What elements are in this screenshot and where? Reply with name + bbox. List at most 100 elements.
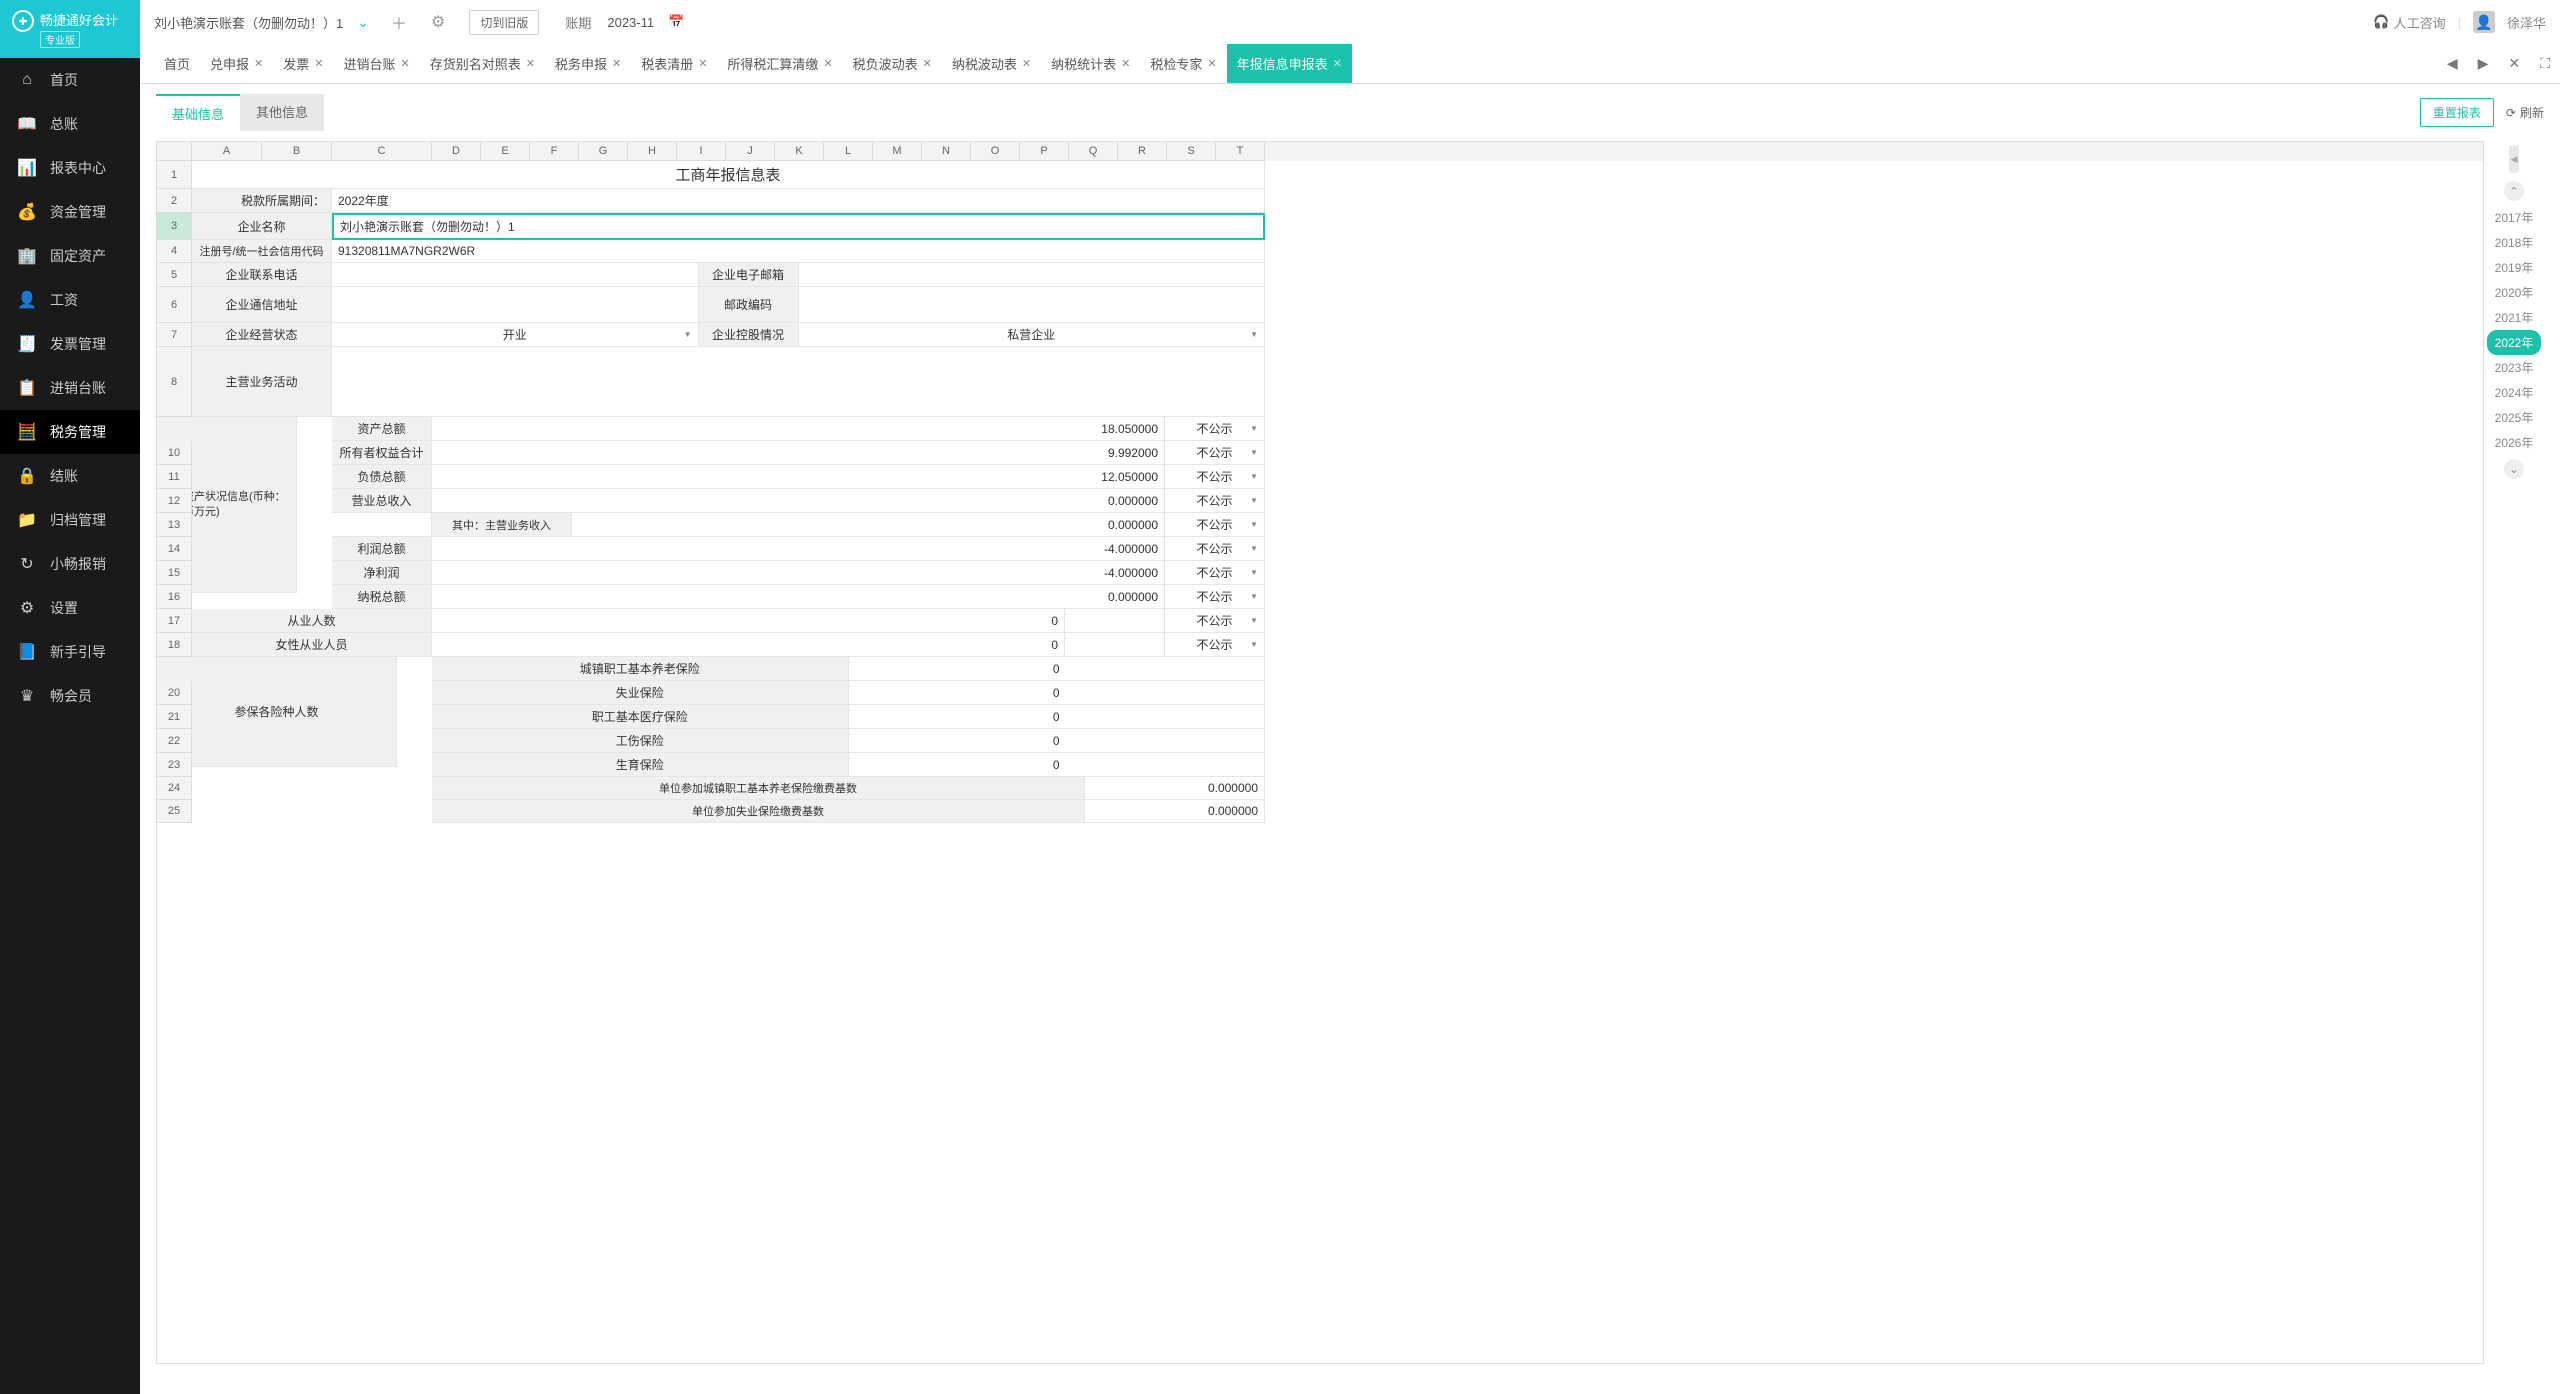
row-header[interactable]: 6 [157,287,192,323]
publish-select[interactable]: 不公示 [1165,441,1265,465]
row-header[interactable]: 7 [157,323,192,347]
row-header[interactable]: 4 [157,240,192,263]
year-down-icon[interactable]: ⌄ [2504,459,2524,479]
phone-cell[interactable] [332,263,699,287]
base2-cell[interactable]: 0.000000 [1085,800,1265,823]
close-icon[interactable]: ✕ [698,57,707,70]
insurance-value-cell[interactable]: 0 [849,681,1266,705]
value-cell[interactable]: 18.050000 [432,417,1165,441]
value-cell[interactable]: 12.050000 [432,465,1165,489]
value-cell[interactable]: -4.000000 [432,561,1165,585]
publish-select[interactable]: 不公示 [1165,585,1265,609]
reset-report-button[interactable]: 重置报表 [2420,98,2494,127]
close-icon[interactable]: ✕ [612,57,621,70]
tab-11[interactable]: 税检专家✕ [1140,44,1226,83]
avatar[interactable]: 👤 [2473,11,2495,33]
row-header[interactable]: 17 [157,609,192,633]
year-option[interactable]: 2026年 [2487,430,2542,455]
year-up-icon[interactable]: ⌃ [2504,181,2524,201]
col-header[interactable]: P [1020,142,1069,161]
sidebar-item-9[interactable]: 🔒结账 [0,454,140,498]
row-header[interactable]: 21 [157,705,192,729]
close-icon[interactable]: ✕ [1207,57,1216,70]
year-option[interactable]: 2021年 [2487,305,2542,330]
publish-select[interactable]: 不公示 [1165,633,1265,657]
publish-select[interactable]: 不公示 [1165,561,1265,585]
row-header[interactable]: 8 [157,347,192,417]
sidebar-item-4[interactable]: 🏢固定资产 [0,234,140,278]
insurance-value-cell[interactable]: 0 [849,705,1266,729]
zip-cell[interactable] [799,287,1266,323]
tab-close-all-icon[interactable]: ✕ [2498,55,2530,72]
value-cell[interactable]: 9.992000 [432,441,1165,465]
spreadsheet[interactable]: ABCDEFGHIJKLMNOPQRST 1工商年报信息表2税款所属期间：202… [156,141,2484,1364]
tab-6[interactable]: 税表清册✕ [631,44,717,83]
publish-select[interactable]: 不公示 [1165,489,1265,513]
year-option[interactable]: 2020年 [2487,280,2542,305]
col-header[interactable]: Q [1069,142,1118,161]
value-cell[interactable]: 0.000000 [432,585,1165,609]
sidebar-item-7[interactable]: 📋进销台账 [0,366,140,410]
horizontal-scrollbar[interactable] [156,1364,2484,1378]
col-header[interactable]: M [873,142,922,161]
close-icon[interactable]: ✕ [923,57,932,70]
consult-button[interactable]: 🎧 人工咨询 [2373,13,2445,32]
year-option[interactable]: 2025年 [2487,405,2542,430]
holding-select[interactable]: 私营企业 [799,323,1266,347]
period-value[interactable]: 2023-11 [607,15,654,30]
col-header[interactable]: L [824,142,873,161]
row-header[interactable]: 5 [157,263,192,287]
row-header[interactable]: 14 [157,537,192,561]
row-header[interactable]: 2 [157,189,192,213]
row-header[interactable]: 22 [157,729,192,753]
tab-7[interactable]: 所得税汇算清缴✕ [717,44,842,83]
sidebar-item-3[interactable]: 💰资金管理 [0,190,140,234]
female-count-cell[interactable]: 0 [432,633,1065,657]
base1-cell[interactable]: 0.000000 [1085,777,1265,800]
gear-icon[interactable]: ⚙ [423,12,453,32]
publish-select[interactable]: 不公示 [1165,513,1265,537]
publish-select[interactable]: 不公示 [1165,537,1265,561]
status-select[interactable]: 开业 [332,323,699,347]
col-header[interactable]: T [1216,142,1265,161]
sidebar-item-2[interactable]: 📊报表中心 [0,146,140,190]
col-header[interactable]: C [332,142,432,161]
subtab-0[interactable]: 基础信息 [156,94,240,131]
close-icon[interactable]: ✕ [254,57,263,70]
col-header[interactable]: F [530,142,579,161]
fullscreen-icon[interactable]: ⛶ [2530,55,2560,72]
col-header[interactable]: K [775,142,824,161]
calendar-icon[interactable]: 📅 [668,14,684,30]
reg-code-cell[interactable]: 91320811MA7NGR2W6R [332,240,1265,263]
col-header[interactable]: D [432,142,481,161]
col-header[interactable]: E [481,142,530,161]
close-icon[interactable]: ✕ [401,57,410,70]
row-header[interactable]: 11 [157,465,192,489]
publish-select[interactable]: 不公示 [1165,609,1265,633]
sidebar-item-12[interactable]: ⚙设置 [0,586,140,630]
col-header[interactable]: G [579,142,628,161]
chevron-down-icon[interactable]: ⌄ [351,14,375,31]
col-header[interactable]: H [628,142,677,161]
col-header[interactable]: O [971,142,1020,161]
sidebar-item-0[interactable]: ⌂首页 [0,58,140,102]
row-header[interactable]: 1 [157,161,192,189]
tab-1[interactable]: 兑申报✕ [200,44,273,83]
tab-3[interactable]: 进销台账✕ [333,44,419,83]
sidebar-item-10[interactable]: 📁归档管理 [0,498,140,542]
rail-collapse-icon[interactable]: ◀ [2509,145,2519,173]
sidebar-item-5[interactable]: 👤工资 [0,278,140,322]
value-cell[interactable]: 0.000000 [432,489,1165,513]
row-header[interactable]: 12 [157,489,192,513]
close-icon[interactable]: ✕ [823,57,832,70]
value-cell[interactable]: -4.000000 [432,537,1165,561]
row-header[interactable]: 13 [157,513,192,537]
year-option[interactable]: 2022年 [2487,330,2542,355]
sidebar-item-14[interactable]: ♛畅会员 [0,674,140,718]
tab-2[interactable]: 发票✕ [273,44,333,83]
row-header[interactable]: 23 [157,753,192,777]
col-header[interactable]: I [677,142,726,161]
col-header[interactable]: S [1167,142,1216,161]
tab-8[interactable]: 税负波动表✕ [843,44,942,83]
row-header[interactable]: 20 [157,681,192,705]
